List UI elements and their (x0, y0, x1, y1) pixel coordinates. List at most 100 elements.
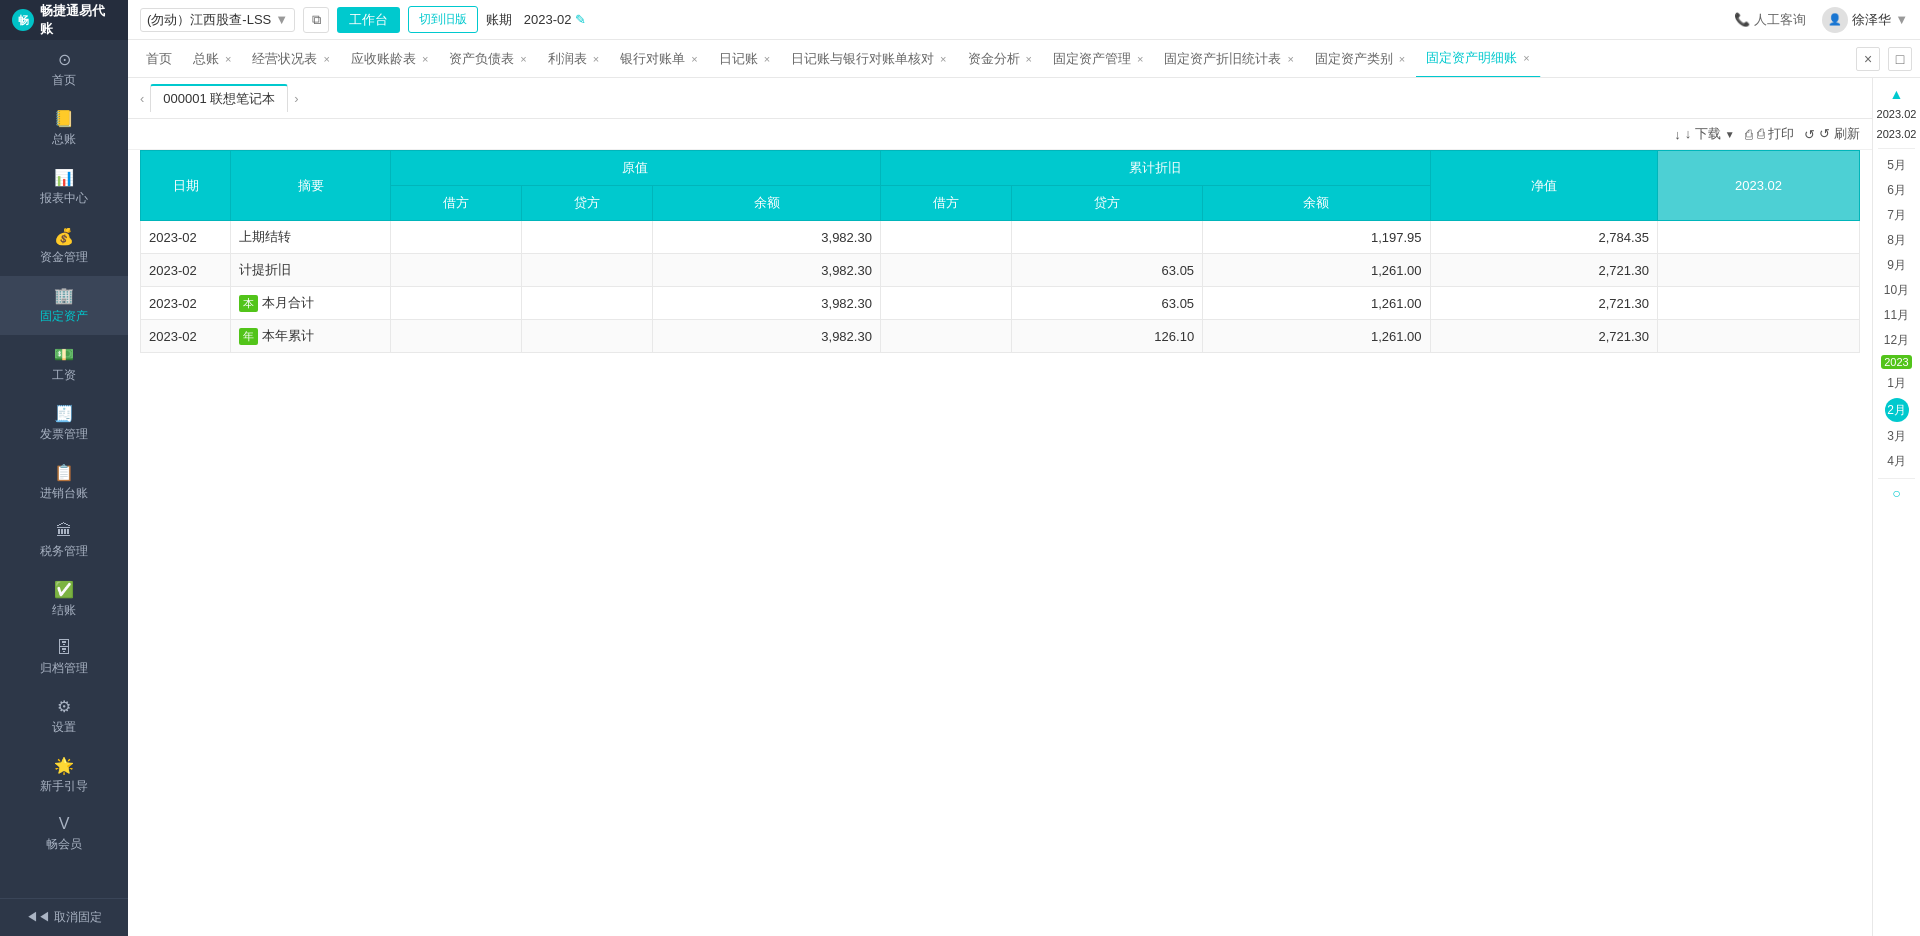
workbench-button[interactable]: 工作台 (337, 7, 400, 33)
next-nav-button[interactable]: › (294, 91, 298, 106)
cell-net-value: 2,721.30 (1430, 287, 1657, 320)
tab-ledger[interactable]: 总账 × (183, 40, 242, 78)
sidebar-item-archive[interactable]: 🗄 归档管理 (0, 629, 128, 687)
sidebar-item-fixed-assets[interactable]: 🏢 固定资产 (0, 276, 128, 335)
expand-button[interactable]: □ (1888, 47, 1912, 71)
refresh-button[interactable]: ↺ ↺ 刷新 (1804, 125, 1860, 143)
tab-ar[interactable]: 应收账龄表 × (341, 40, 439, 78)
download-button[interactable]: ↓ ↓ 下载 ▼ (1674, 125, 1735, 143)
sidebar-item-label: 资金管理 (40, 249, 88, 266)
month-11[interactable]: 11月 (1882, 303, 1911, 328)
month-1[interactable]: 1月 (1885, 371, 1908, 396)
tab-biz-status[interactable]: 经营状况表 × (242, 40, 340, 78)
prev-nav-button[interactable]: ‹ (140, 91, 144, 106)
tab-fa-detail-close[interactable]: × (1523, 52, 1529, 64)
tab-bank-stmt-close[interactable]: × (691, 53, 697, 65)
sidebar-item-member[interactable]: V 畅会员 (0, 805, 128, 863)
tab-fund-analysis-close[interactable]: × (1026, 53, 1032, 65)
settle-icon: ✅ (54, 580, 74, 599)
tab-fa-category[interactable]: 固定资产类别 × (1305, 40, 1416, 78)
tab-balance-label: 资产负债表 (449, 50, 514, 68)
month-10[interactable]: 10月 (1882, 278, 1911, 303)
tab-fa-depreciation[interactable]: 固定资产折旧统计表 × (1154, 40, 1304, 78)
month-5[interactable]: 5月 (1885, 153, 1908, 178)
switch-version-button[interactable]: 切到旧版 (408, 6, 478, 33)
tab-fa-detail[interactable]: 固定资产明细账 × (1416, 40, 1540, 78)
service-button[interactable]: 📞 人工客询 (1734, 11, 1806, 29)
print-button[interactable]: ⎙ ⎙ 打印 (1745, 125, 1795, 143)
th-depreciation-debit: 借方 (880, 186, 1011, 221)
tab-profit-close[interactable]: × (593, 53, 599, 65)
period-top1[interactable]: 2023.02 (1875, 104, 1919, 124)
user-name: 徐泽华 (1852, 11, 1891, 29)
salary-icon: 💵 (54, 345, 74, 364)
sidebar-item-label: 归档管理 (40, 660, 88, 677)
active-month[interactable]: 2月 (1885, 398, 1909, 422)
sidebar-item-salary[interactable]: 💵 工资 (0, 335, 128, 394)
th-original-debit: 借方 (391, 186, 522, 221)
month-4[interactable]: 4月 (1885, 449, 1908, 474)
month-9[interactable]: 9月 (1885, 253, 1908, 278)
sidebar-item-invoice[interactable]: 🧾 发票管理 (0, 394, 128, 453)
cell-orig-debit (391, 221, 522, 254)
sidebar-item-tax[interactable]: 🏛 税务管理 (0, 512, 128, 570)
th-period: 2023.02 (1658, 151, 1860, 221)
tab-fa-mgmt[interactable]: 固定资产管理 × (1043, 40, 1154, 78)
year-badge: 2023 (1881, 355, 1911, 369)
member-icon: V (59, 815, 70, 833)
asset-tab[interactable]: 000001 联想笔记本 (150, 84, 288, 112)
company-selector[interactable]: (勿动）江西股查-LSS ▼ (140, 8, 295, 32)
month-12[interactable]: 12月 (1882, 328, 1911, 353)
tab-journal-close[interactable]: × (764, 53, 770, 65)
archive-icon: 🗄 (56, 639, 72, 657)
tab-journal[interactable]: 日记账 × (709, 40, 781, 78)
tab-home[interactable]: 首页 (136, 40, 183, 78)
avatar: 👤 (1822, 7, 1848, 33)
month-6[interactable]: 6月 (1885, 178, 1908, 203)
month-3[interactable]: 3月 (1885, 424, 1908, 449)
period-edit-icon[interactable]: ✎ (575, 12, 586, 27)
period-top2[interactable]: 2023.02 (1875, 124, 1919, 144)
sidebar: 畅 畅捷通易代账 ⊙ 首页 📒 总账 📊 报表中心 💰 资金管理 🏢 固定资产 … (0, 0, 128, 936)
tab-ledger-close[interactable]: × (225, 53, 231, 65)
user-menu[interactable]: 👤 徐泽华 ▼ (1822, 7, 1908, 33)
tab-journal-bank[interactable]: 日记账与银行对账单核对 × (781, 40, 957, 78)
close-all-tabs-button[interactable]: × (1856, 47, 1880, 71)
tab-biz-status-close[interactable]: × (323, 53, 329, 65)
sidebar-item-funds[interactable]: 💰 资金管理 (0, 217, 128, 276)
sidebar-item-guide[interactable]: 🌟 新手引导 (0, 746, 128, 805)
sidebar-item-settings[interactable]: ⚙ 设置 (0, 687, 128, 746)
sidebar-unpin-button[interactable]: ◀◀ 取消固定 (0, 898, 128, 936)
copy-button[interactable]: ⧉ (303, 7, 329, 33)
sidebar-item-label: 固定资产 (40, 308, 88, 325)
cell-orig-balance: 3,982.30 (653, 320, 880, 353)
cell-dep-credit: 126.10 (1012, 320, 1203, 353)
th-net-value: 净值 (1430, 151, 1657, 221)
sidebar-item-settle[interactable]: ✅ 结账 (0, 570, 128, 629)
tab-fa-category-close[interactable]: × (1399, 53, 1405, 65)
sidebar-item-ledger[interactable]: 📒 总账 (0, 99, 128, 158)
tab-profit[interactable]: 利润表 × (538, 40, 610, 78)
divider1 (1878, 148, 1916, 149)
tax-icon: 🏛 (56, 522, 72, 540)
table-row: 2023-02 年本年累计 3,982.30 126.10 1,261.00 2… (141, 320, 1860, 353)
sidebar-item-sales[interactable]: 📋 进销台账 (0, 453, 128, 512)
tab-bank-stmt[interactable]: 银行对账单 × (610, 40, 708, 78)
month-8[interactable]: 8月 (1885, 228, 1908, 253)
tab-balance-close[interactable]: × (520, 53, 526, 65)
tab-fa-mgmt-close[interactable]: × (1137, 53, 1143, 65)
tab-fa-depreciation-close[interactable]: × (1287, 53, 1293, 65)
sidebar-item-reports[interactable]: 📊 报表中心 (0, 158, 128, 217)
tab-ar-close[interactable]: × (422, 53, 428, 65)
scroll-up-button[interactable]: ▲ (1888, 84, 1906, 104)
tab-balance[interactable]: 资产负债表 × (439, 40, 537, 78)
dropdown-icon: ▼ (275, 12, 288, 27)
month-7[interactable]: 7月 (1885, 203, 1908, 228)
tab-fa-category-label: 固定资产类别 (1315, 50, 1393, 68)
sidebar-item-home[interactable]: ⊙ 首页 (0, 40, 128, 99)
tab-journal-bank-close[interactable]: × (940, 53, 946, 65)
guide-icon: 🌟 (54, 756, 74, 775)
scroll-down-button[interactable]: ○ (1890, 483, 1902, 503)
tab-fund-analysis[interactable]: 资金分析 × (958, 40, 1043, 78)
main-content: ‹ 000001 联想笔记本 › ↓ ↓ 下载 ▼ ⎙ ⎙ 打印 (128, 78, 1872, 936)
